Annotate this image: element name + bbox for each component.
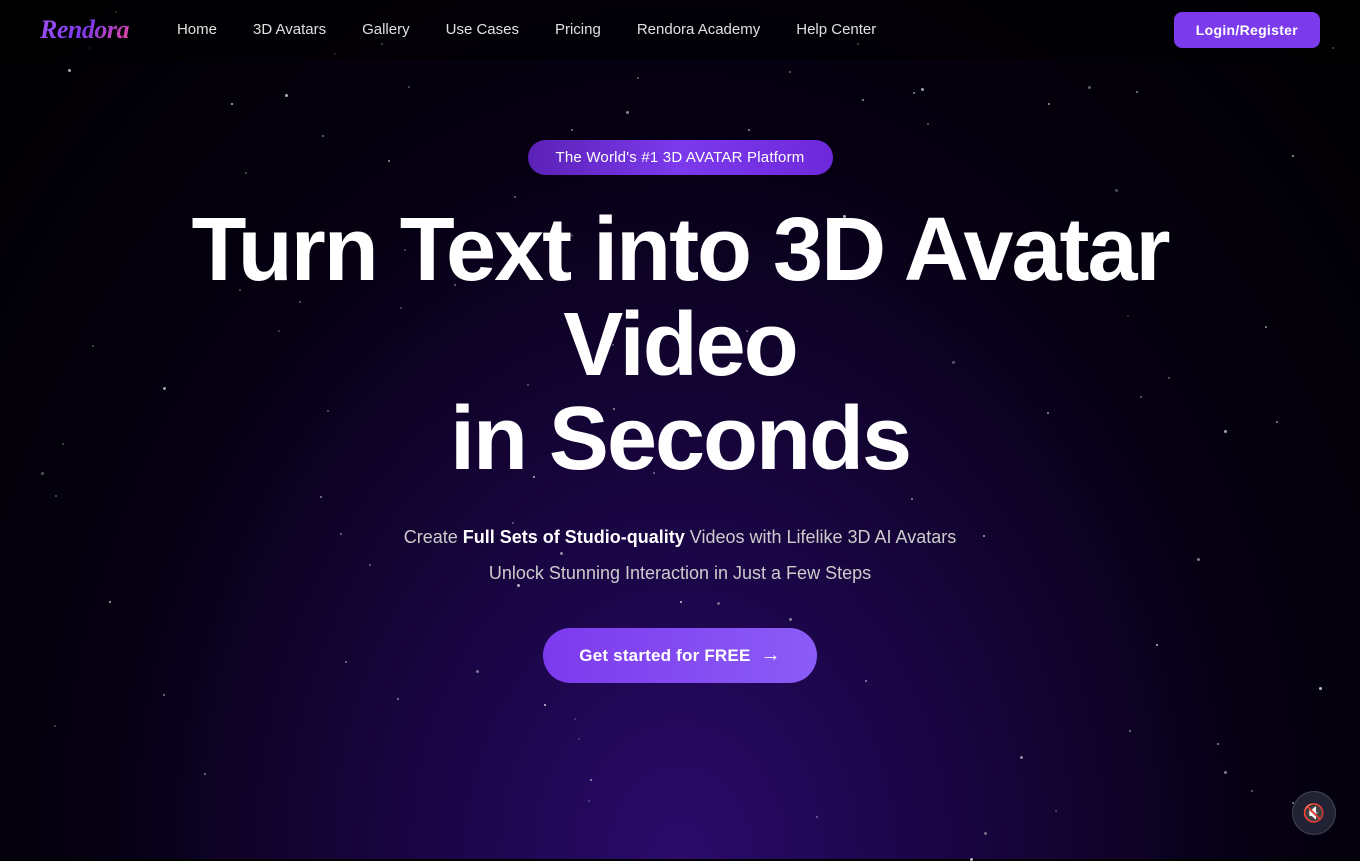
cta-button[interactable]: Get started for FREE → xyxy=(543,628,816,683)
hero-title-line1: Turn Text into 3D Avatar xyxy=(191,200,1168,300)
star xyxy=(397,698,399,700)
nav-item-usecases[interactable]: Use Cases xyxy=(446,21,519,39)
hero-title: Turn Text into 3D Avatar Video in Second… xyxy=(191,203,1168,487)
nav-item-helpcenter[interactable]: Help Center xyxy=(796,21,876,39)
star xyxy=(574,718,576,720)
nav-link-gallery[interactable]: Gallery xyxy=(362,21,410,38)
star xyxy=(1224,771,1227,774)
login-register-button[interactable]: Login/Register xyxy=(1174,12,1320,48)
star xyxy=(204,773,206,775)
nav-item-academy[interactable]: Rendora Academy xyxy=(637,21,760,39)
navbar: Rendora Home 3D Avatars Gallery Use Case… xyxy=(0,0,1360,60)
star xyxy=(544,704,546,706)
nav-link-3davatars[interactable]: 3D Avatars xyxy=(253,21,326,38)
nav-item-gallery[interactable]: Gallery xyxy=(362,21,410,39)
star xyxy=(163,694,165,696)
mute-icon: 🔇 xyxy=(1303,803,1325,824)
hero-badge: The World's #1 3D AVATAR Platform xyxy=(528,140,833,175)
star xyxy=(1020,756,1023,759)
nav-item-pricing[interactable]: Pricing xyxy=(555,21,601,39)
nav-link-helpcenter[interactable]: Help Center xyxy=(796,21,876,38)
nav-link-pricing[interactable]: Pricing xyxy=(555,21,601,38)
nav-links: Home 3D Avatars Gallery Use Cases Pricin… xyxy=(177,21,876,39)
nav-item-home[interactable]: Home xyxy=(177,21,217,39)
cta-arrow-icon: → xyxy=(761,644,781,667)
hero-title-line3: in Seconds xyxy=(450,389,910,489)
cta-label: Get started for FREE xyxy=(579,646,750,666)
star xyxy=(1319,687,1322,690)
hero-title-line2: Video xyxy=(563,295,796,395)
star xyxy=(1217,743,1219,745)
nav-item-3davatars[interactable]: 3D Avatars xyxy=(253,21,326,39)
star xyxy=(970,858,973,861)
nav-link-usecases[interactable]: Use Cases xyxy=(446,21,519,38)
hero-subtitle-rest: Videos with Lifelike 3D AI Avatars xyxy=(685,527,957,547)
star xyxy=(816,816,818,818)
nav-link-academy[interactable]: Rendora Academy xyxy=(637,21,760,38)
logo[interactable]: Rendora xyxy=(40,15,129,45)
navbar-left: Rendora Home 3D Avatars Gallery Use Case… xyxy=(40,15,876,45)
star xyxy=(984,832,987,835)
hero-subtitle-plain: Create xyxy=(404,527,463,547)
star xyxy=(588,800,590,802)
hero-subtitle-bold: Full Sets of Studio-quality xyxy=(463,527,685,547)
mute-button[interactable]: 🔇 xyxy=(1292,791,1336,835)
star xyxy=(590,779,592,781)
nav-link-home[interactable]: Home xyxy=(177,21,217,38)
logo-text: Rendora xyxy=(40,15,129,44)
star xyxy=(1129,730,1131,732)
star xyxy=(1055,810,1057,812)
hero-subtitle2: Unlock Stunning Interaction in Just a Fe… xyxy=(489,563,871,584)
star xyxy=(1251,790,1253,792)
hero-subtitle: Create Full Sets of Studio-quality Video… xyxy=(404,523,957,552)
star xyxy=(578,738,580,740)
star xyxy=(54,725,56,727)
hero-section: The World's #1 3D AVATAR Platform Turn T… xyxy=(0,60,1360,683)
